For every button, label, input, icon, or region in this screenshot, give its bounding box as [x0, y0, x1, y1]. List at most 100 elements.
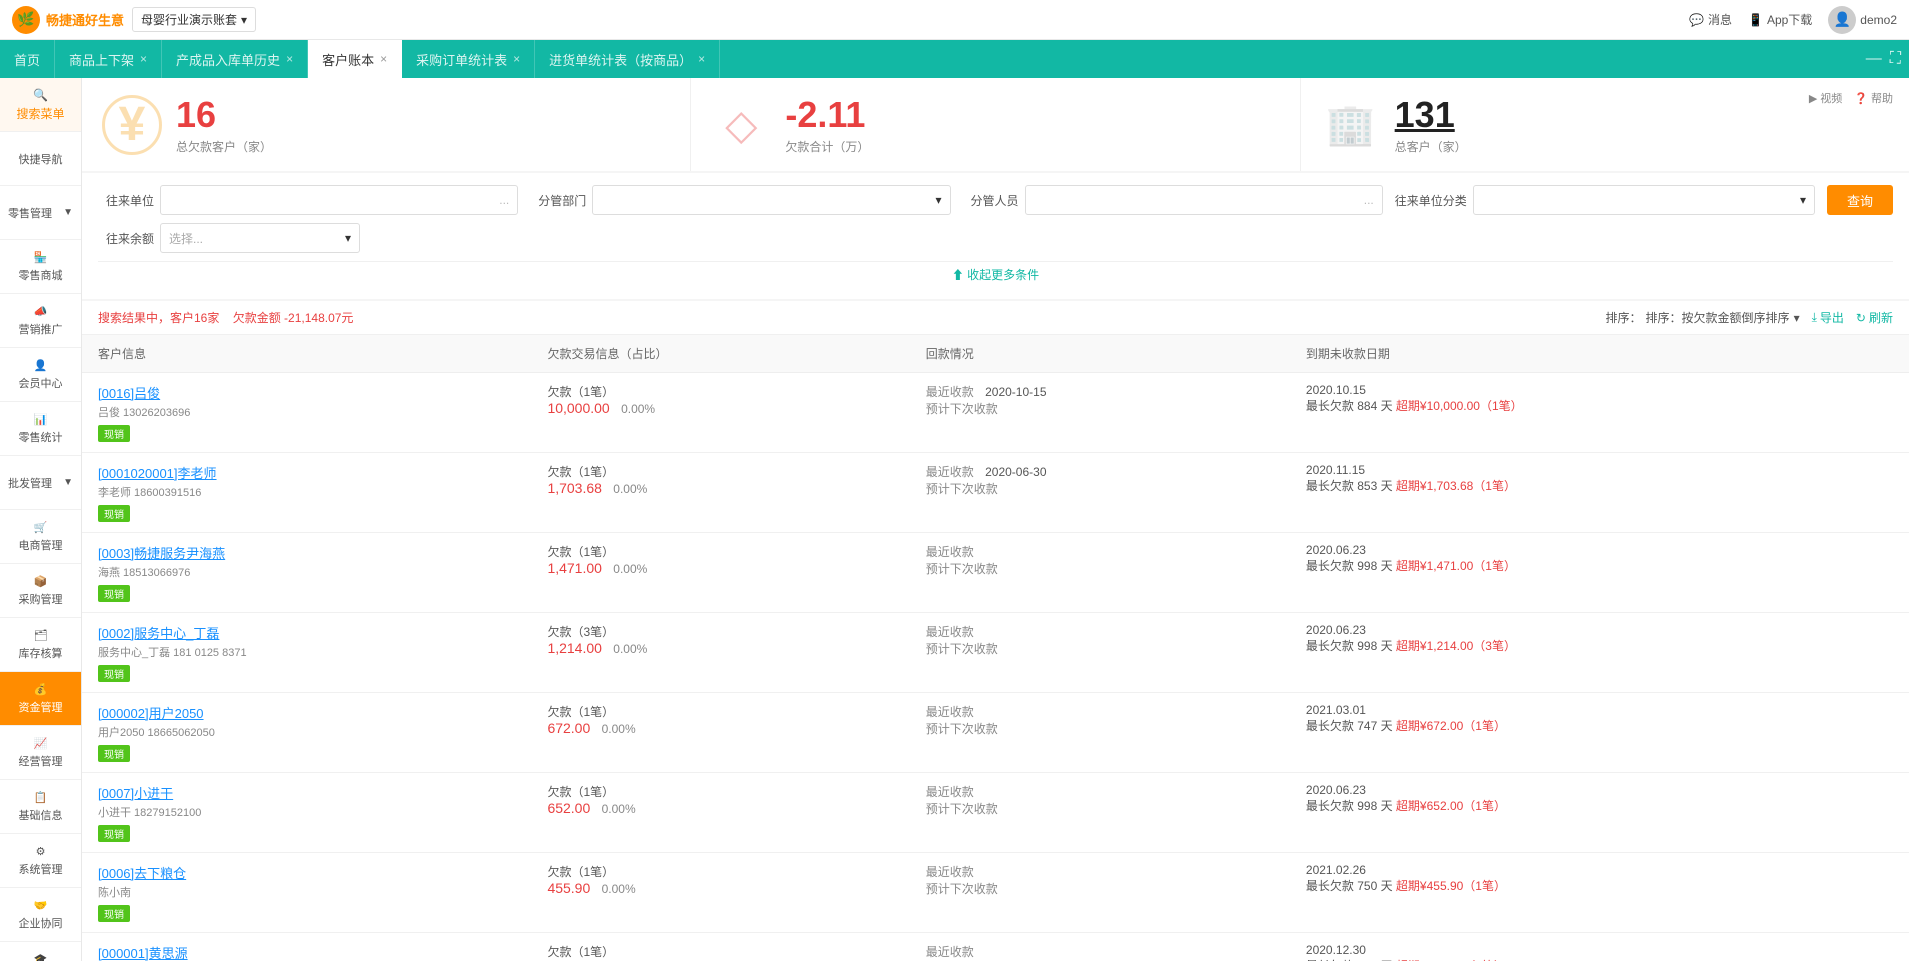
query-button[interactable]: 查询 [1827, 185, 1893, 215]
table-row: [000001]黄思源 黄思源 13552700226 现销 欠款（1笔） 42… [82, 933, 1909, 961]
debt-percent: 0.00% [613, 562, 647, 576]
tab-history-close[interactable]: × [286, 52, 293, 66]
sidebar-item-batch-mgmt[interactable]: 批发管理 ▼ [0, 456, 81, 510]
sidebar-item-corp-label: 企业协同 [19, 915, 63, 931]
tab-goods-label: 商品上下架 [69, 50, 134, 69]
manager-input[interactable]: ... [1025, 185, 1383, 215]
sidebar-search[interactable]: 🔍 搜索菜单 [0, 78, 81, 132]
user-avatar-btn[interactable]: 👤 demo2 [1828, 6, 1897, 34]
sidebar-item-corp[interactable]: 🤝 企业协同 [0, 888, 81, 942]
message-btn[interactable]: 💬 消息 [1689, 11, 1732, 28]
stat-total-customers: ▶ 视频 ❓ 帮助 🏢 131 总客户（家） [1301, 78, 1909, 171]
latest-collection-label: 最近收款 [926, 705, 974, 719]
sidebar-item-operation-label: 经营管理 [19, 753, 63, 769]
video-link[interactable]: ▶ 视频 [1809, 90, 1842, 106]
cell-customer-2: [0003]畅捷服务尹海燕 海燕 18513066976 现销 [82, 533, 531, 613]
tab-purchase[interactable]: 采购订单统计表 × [402, 40, 535, 78]
export-btn[interactable]: ⤓ 导出 [1812, 309, 1844, 326]
tab-purchase-close[interactable]: × [513, 52, 520, 66]
customer-name-link[interactable]: [0003]畅捷服务尹海燕 [98, 546, 225, 561]
customer-name-link[interactable]: [000002]用户2050 [98, 706, 204, 721]
member-icon: 👤 [34, 359, 48, 372]
balance-select[interactable]: 选择... ▾ [160, 223, 360, 253]
customer-name-link[interactable]: [0002]服务中心_丁磊 [98, 626, 219, 641]
sidebar-item-retail-mgmt[interactable]: 零售管理 ▼ [0, 186, 81, 240]
customer-name-link[interactable]: [0001020001]李老师 [98, 466, 217, 481]
debt-percent: 0.00% [602, 722, 636, 736]
sidebar-item-inventory-label: 库存核算 [19, 645, 63, 661]
overdue-amount[interactable]: 超期¥1,471.00（1笔） [1396, 559, 1516, 573]
store-selector[interactable]: 母婴行业演示账套 ▾ [132, 7, 256, 32]
chevron-down-icon6: ▾ [1794, 311, 1800, 325]
sidebar-item-member[interactable]: 👤 会员中心 [0, 348, 81, 402]
manager-dots: ... [1364, 193, 1374, 207]
sidebar-item-newbie[interactable]: 🎓 新手引导 [0, 942, 81, 961]
sidebar-item-system[interactable]: ⚙ 系统管理 [0, 834, 81, 888]
sidebar-item-basic[interactable]: 📋 基础信息 [0, 780, 81, 834]
debt-amount[interactable]: 652.00 [547, 800, 590, 816]
debt-amount[interactable]: 1,703.68 [547, 480, 602, 496]
debt-amount[interactable]: 455.90 [547, 880, 590, 896]
sidebar-item-marketing[interactable]: 📣 营销推广 [0, 294, 81, 348]
debt-amount[interactable]: 1,214.00 [547, 640, 602, 656]
due-date: 2020.12.30 [1306, 943, 1893, 957]
from-unit-input[interactable]: ... [160, 185, 518, 215]
sidebar-item-purchase[interactable]: 📦 采购管理 [0, 564, 81, 618]
overdue-amount[interactable]: 超期¥10,000.00（1笔） [1396, 399, 1523, 413]
debt-amount-row: 672.00 0.00% [547, 720, 893, 736]
customer-name-link[interactable]: [0007]小进干 [98, 786, 173, 801]
overdue-days: 最长欠款 853 天 [1306, 479, 1396, 493]
tab-minimize-btn[interactable]: — [1866, 50, 1882, 68]
sidebar-item-retail-mall[interactable]: 🏪 零售商城 [0, 240, 81, 294]
sidebar-item-operation[interactable]: 📈 经营管理 [0, 726, 81, 780]
unit-category-select[interactable]: ▾ [1473, 185, 1815, 215]
sidebar-item-inventory[interactable]: 🗂 库存核算 [0, 618, 81, 672]
overdue-amount[interactable]: 超期¥1,214.00（3笔） [1396, 639, 1516, 653]
overdue-amount[interactable]: 超期¥652.00（1笔） [1396, 799, 1506, 813]
tab-stock[interactable]: 进货单统计表（按商品） × [535, 40, 720, 78]
customer-name-link[interactable]: [0016]吕俊 [98, 386, 160, 401]
tab-history[interactable]: 产成品入库单历史 × [162, 40, 308, 78]
sidebar-quick-nav[interactable]: 快捷导航 [0, 132, 81, 186]
sort-value: 排序：按欠款金额倒序排序 [1646, 309, 1790, 326]
tab-account-close[interactable]: × [380, 52, 387, 66]
tab-maximize-btn[interactable]: ⛶ [1890, 50, 1901, 68]
store-name: 母婴行业演示账套 [141, 11, 237, 28]
stat-debt-amount-number: -2.11 [785, 94, 869, 136]
dept-select[interactable]: ▾ [592, 185, 950, 215]
tab-goods[interactable]: 商品上下架 × [55, 40, 162, 78]
debt-amount[interactable]: 10,000.00 [547, 400, 609, 416]
sidebar-item-retail-stat[interactable]: 📊 零售统计 [0, 402, 81, 456]
customer-name-link[interactable]: [000001]黄思源 [98, 946, 188, 961]
debt-percent: 0.00% [613, 642, 647, 656]
tab-goods-close[interactable]: × [140, 52, 147, 66]
chevron-down-icon2: ▼ [63, 477, 73, 488]
table-row: [0016]吕俊 吕俊 13026203696 现销 欠款（1笔） 10,000… [82, 373, 1909, 453]
overdue-amount[interactable]: 超期¥1,703.68（1笔） [1396, 479, 1516, 493]
inventory-icon: 🗂 [34, 629, 48, 642]
overdue-amount[interactable]: 超期¥455.90（1笔） [1396, 879, 1506, 893]
tab-home[interactable]: 首页 [0, 40, 55, 78]
refresh-btn[interactable]: ↻ 刷新 [1856, 309, 1893, 326]
sidebar-item-ecommerce[interactable]: 🛒 电商管理 [0, 510, 81, 564]
cell-customer-0: [0016]吕俊 吕俊 13026203696 现销 [82, 373, 531, 453]
debt-amount[interactable]: 672.00 [547, 720, 590, 736]
customer-name-link[interactable]: [0006]去下粮仓 [98, 866, 186, 881]
stat-top-right: ▶ 视频 ❓ 帮助 [1809, 90, 1893, 106]
stat-total-customers-number: 131 [1395, 94, 1467, 136]
debt-amount[interactable]: 1,471.00 [547, 560, 602, 576]
help-link[interactable]: ❓ 帮助 [1854, 90, 1893, 106]
overdue-days: 最长欠款 747 天 [1306, 719, 1396, 733]
phone-icon: 📱 [1748, 13, 1763, 27]
dept-label: 分管部门 [530, 192, 586, 209]
app-download-btn[interactable]: 📱 App下载 [1748, 11, 1812, 28]
overdue-amount[interactable]: 超期¥672.00（1笔） [1396, 719, 1506, 733]
collection-row: 最近收款 [926, 623, 1274, 640]
collapse-bar[interactable]: ⬆ 收起更多条件 [98, 261, 1893, 287]
sort-selector[interactable]: 排序： 排序：按欠款金额倒序排序 ▾ [1606, 309, 1800, 326]
next-collection-label: 预计下次收款 [926, 400, 1274, 417]
tab-stock-close[interactable]: × [698, 52, 705, 66]
tab-account[interactable]: 客户账本 × [308, 40, 402, 78]
sidebar-item-finance[interactable]: 💰 资金管理 [0, 672, 81, 726]
cell-collection-5: 最近收款 预计下次收款 [910, 773, 1290, 853]
